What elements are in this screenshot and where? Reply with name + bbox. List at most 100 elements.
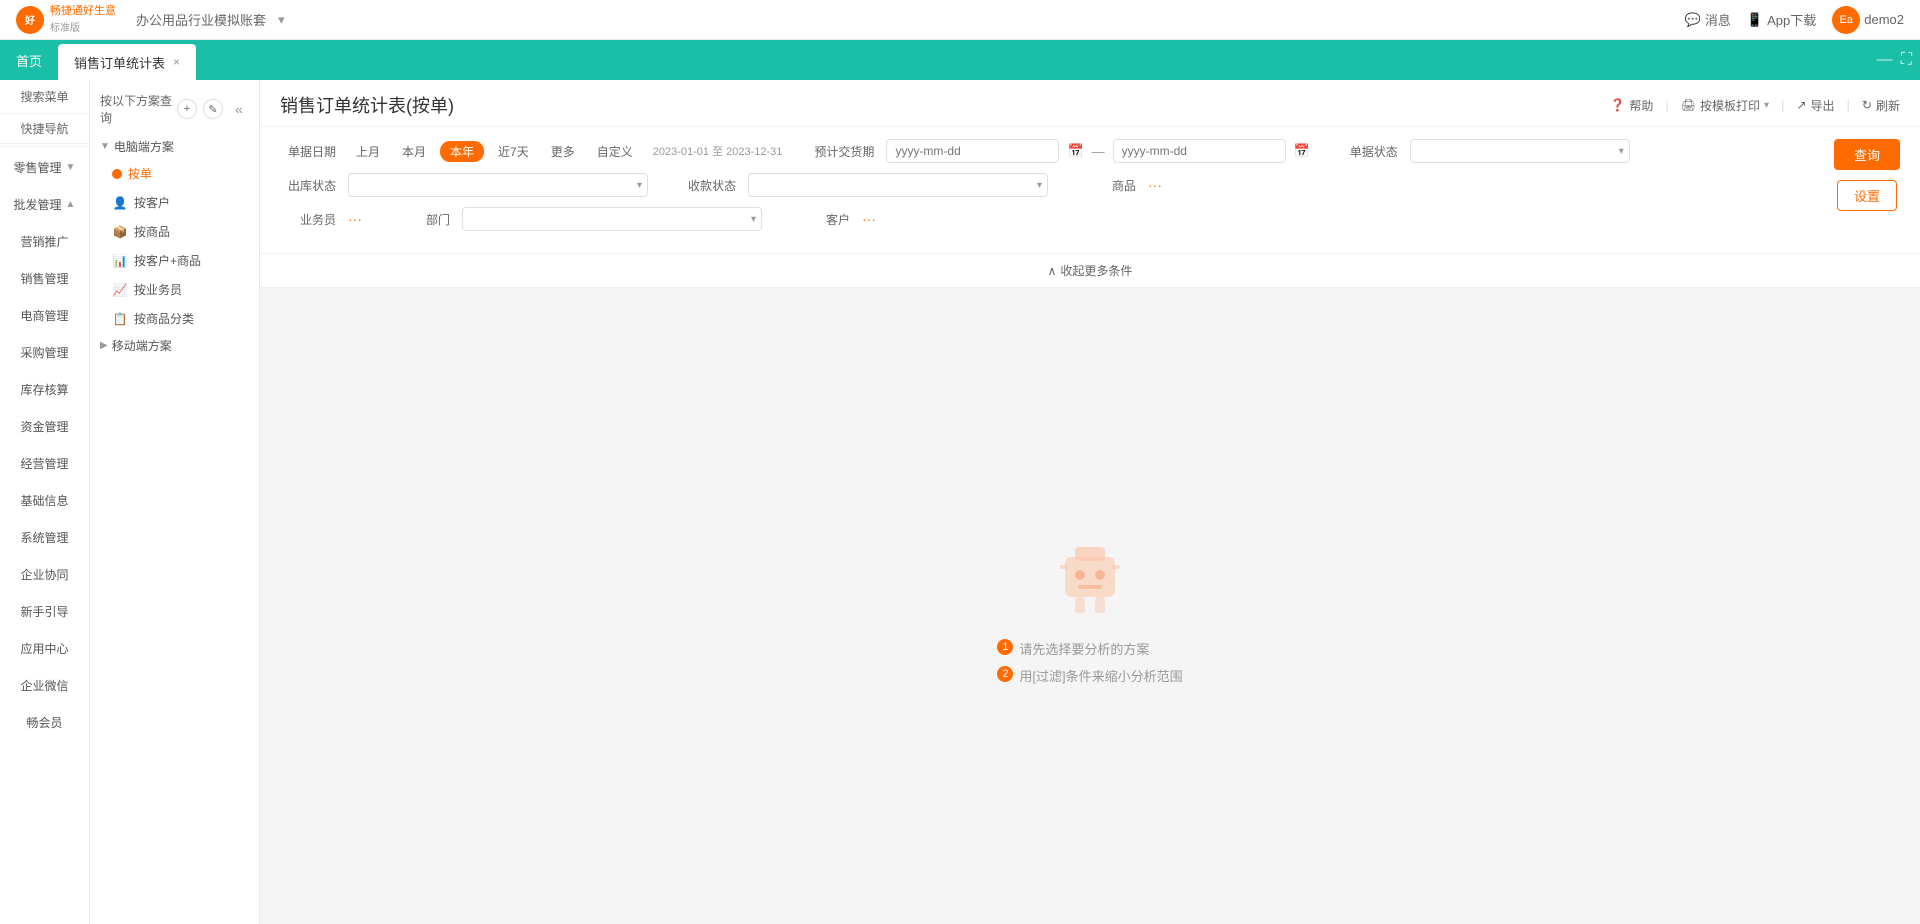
filter-row-2: 出库状态 ▾ 收款状态 ▾ 商品 ··· [280, 173, 1810, 197]
date-label: 单据日期 [280, 143, 336, 160]
scheme-add-btn[interactable]: + [177, 99, 197, 119]
sidebar-item-finance[interactable]: 资金管理 [0, 408, 89, 445]
salesperson-select-dots[interactable]: ··· [348, 211, 362, 227]
sidebar-item-ecommerce[interactable]: 电商管理 [0, 297, 89, 334]
top-bar-right: 💬 消息 📱 App下载 Ea demo2 [1685, 6, 1904, 34]
scheme-section-mobile-header[interactable]: ▶ 移动端方案 [90, 333, 259, 358]
department-select[interactable] [462, 207, 762, 231]
empty-illustration [1040, 527, 1140, 627]
help-btn[interactable]: ❓ 帮助 [1610, 97, 1653, 114]
department-select-wrap: ▾ [462, 207, 762, 231]
date-separator: — [1092, 144, 1105, 159]
content-area: 按以下方案查询 + ✎ « ▼ 电脑端方案 按单 👤 [90, 80, 1920, 924]
scheme-edit-btn[interactable]: ✎ [203, 99, 223, 119]
setting-btn[interactable]: 设置 [1837, 180, 1897, 211]
customer-label: 客户 [794, 211, 850, 228]
scheme-section-mobile-arrow-icon: ▶ [100, 340, 108, 351]
date-btn-group: 上月 本月 本年 近7天 更多 自定义 [348, 141, 641, 162]
collapse-more-btn[interactable]: ∧ 收起更多条件 [1048, 262, 1133, 279]
sidebar-divider-1 [0, 146, 89, 147]
expected-date-from-input[interactable] [886, 139, 1059, 163]
date-btn-last-month[interactable]: 上月 [348, 141, 388, 162]
date-btn-custom[interactable]: 自定义 [589, 141, 641, 162]
scheme-item-by-salesperson[interactable]: 📈 按业务员 [90, 275, 259, 304]
product-label: 商品 [1080, 177, 1136, 194]
refresh-btn[interactable]: ↻ 刷新 [1862, 97, 1900, 114]
scheme-salesperson-icon: 📈 [112, 282, 128, 298]
sidebar-item-appcenter[interactable]: 应用中心 [0, 630, 89, 667]
date-btn-this-year[interactable]: 本年 [440, 141, 484, 162]
print-btn[interactable]: 🖨 按模板打印 ▾ [1681, 97, 1769, 114]
app-download-btn[interactable]: 📱 App下载 [1747, 10, 1816, 29]
scheme-collapse-btn[interactable]: « [229, 99, 249, 119]
tab-close-btn[interactable]: × [173, 55, 180, 69]
wholesale-arrow-icon: ▲ [66, 199, 76, 210]
delivery-select-wrap: ▾ [348, 173, 648, 197]
scheme-panel-header: 按以下方案查询 + ✎ « [90, 88, 259, 134]
sidebar-item-inventory[interactable]: 库存核算 [0, 371, 89, 408]
print-icon: 🖨 [1681, 98, 1696, 112]
app-title: 办公用品行业模拟账套 [136, 10, 266, 29]
sidebar-item-operations[interactable]: 经营管理 [0, 445, 89, 482]
sidebar-item-system[interactable]: 系统管理 [0, 519, 89, 556]
sidebar-quick-nav[interactable]: 快捷导航 [0, 114, 89, 144]
date-range-text: 2023-01-01 至 2023-12-31 [653, 143, 783, 159]
date-btn-last-7days[interactable]: 近7天 [490, 141, 537, 162]
scheme-section-pc-header[interactable]: ▼ 电脑端方案 [90, 134, 259, 159]
print-dropdown-icon: ▾ [1764, 100, 1769, 111]
empty-tip-2: 2 用[过滤]条件来缩小分析范围 [997, 666, 1182, 685]
tab-sales-order-stats[interactable]: 销售订单统计表 × [58, 44, 196, 80]
scheme-section-mobile: ▶ 移动端方案 [90, 333, 259, 358]
sidebar-item-newuser[interactable]: 新手引导 [0, 593, 89, 630]
scheme-item-by-customer[interactable]: 👤 按客户 [90, 188, 259, 217]
page-title-bar: 销售订单统计表(按单) ❓ 帮助 | 🖨 按模板打印 ▾ | ↗ [260, 80, 1920, 127]
scheme-customer-product-icon: 📊 [112, 253, 128, 269]
salesperson-label: 业务员 [280, 211, 336, 228]
scheme-section-arrow-icon: ▼ [100, 141, 110, 152]
status-select[interactable] [1410, 139, 1630, 163]
scheme-item-by-category[interactable]: 📋 按商品分类 [90, 304, 259, 333]
product-select-dots[interactable]: ··· [1148, 177, 1162, 193]
scheme-item-by-order[interactable]: 按单 [90, 159, 259, 188]
expected-date-group: 📅 — 📅 [886, 139, 1309, 163]
delivery-select[interactable] [348, 173, 648, 197]
scheme-section-pc: ▼ 电脑端方案 按单 👤 按客户 📦 按商品 📊 按客户+商 [90, 134, 259, 333]
sidebar-item-retail[interactable]: 零售管理 ▼ [0, 149, 89, 186]
help-icon: ❓ [1610, 98, 1625, 112]
sidebar-item-wechat[interactable]: 企业微信 [0, 667, 89, 704]
export-icon: ↗ [1796, 98, 1806, 112]
customer-select-dots[interactable]: ··· [862, 211, 876, 227]
tab-bar-actions: — ⛶ [1877, 51, 1912, 69]
scheme-item-by-product[interactable]: 📦 按商品 [90, 217, 259, 246]
sidebar-item-marketing[interactable]: 营销推广 [0, 223, 89, 260]
date-btn-this-month[interactable]: 本月 [394, 141, 434, 162]
sidebar-item-basics[interactable]: 基础信息 [0, 482, 89, 519]
sidebar-item-collaboration[interactable]: 企业协同 [0, 556, 89, 593]
expected-date-to-input[interactable] [1113, 139, 1286, 163]
title-dropdown-icon[interactable]: ▾ [278, 12, 285, 28]
calendar-to-icon[interactable]: 📅 [1294, 143, 1310, 159]
scheme-item-by-customer-product[interactable]: 📊 按客户+商品 [90, 246, 259, 275]
top-bar-left: 好 畅捷通好生意 标准版 办公用品行业模拟账套 ▾ [16, 5, 285, 33]
sidebar-item-sales[interactable]: 销售管理 [0, 260, 89, 297]
export-btn[interactable]: ↗ 导出 [1796, 97, 1834, 114]
sidebar-item-member[interactable]: 畅会员 [0, 704, 89, 741]
tab-minimize-btn[interactable]: — [1877, 51, 1893, 69]
logo-icon: 好 [16, 6, 44, 34]
payment-select[interactable] [748, 173, 1048, 197]
top-bar: 好 畅捷通好生意 标准版 办公用品行业模拟账套 ▾ 💬 消息 📱 App下载 E… [0, 0, 1920, 40]
scheme-category-icon: 📋 [112, 311, 128, 327]
sidebar-item-wholesale[interactable]: 批发管理 ▲ [0, 186, 89, 223]
sidebar-item-purchase[interactable]: 采购管理 [0, 334, 89, 371]
sidebar-search[interactable]: 搜索菜单 [0, 80, 89, 114]
avatar: Ea [1832, 6, 1860, 34]
filter-row-1: 单据日期 上月 本月 本年 近7天 更多 自定义 2023-01-01 至 20… [280, 139, 1810, 163]
tab-expand-btn[interactable]: ⛶ [1901, 51, 1912, 69]
messages-btn[interactable]: 💬 消息 [1685, 10, 1731, 29]
delivery-label: 出库状态 [280, 177, 336, 194]
calendar-from-icon[interactable]: 📅 [1067, 143, 1083, 159]
tab-home[interactable]: 首页 [0, 40, 58, 80]
date-btn-more[interactable]: 更多 [543, 141, 583, 162]
user-menu[interactable]: Ea demo2 [1832, 6, 1904, 34]
query-btn[interactable]: 查询 [1834, 139, 1900, 170]
